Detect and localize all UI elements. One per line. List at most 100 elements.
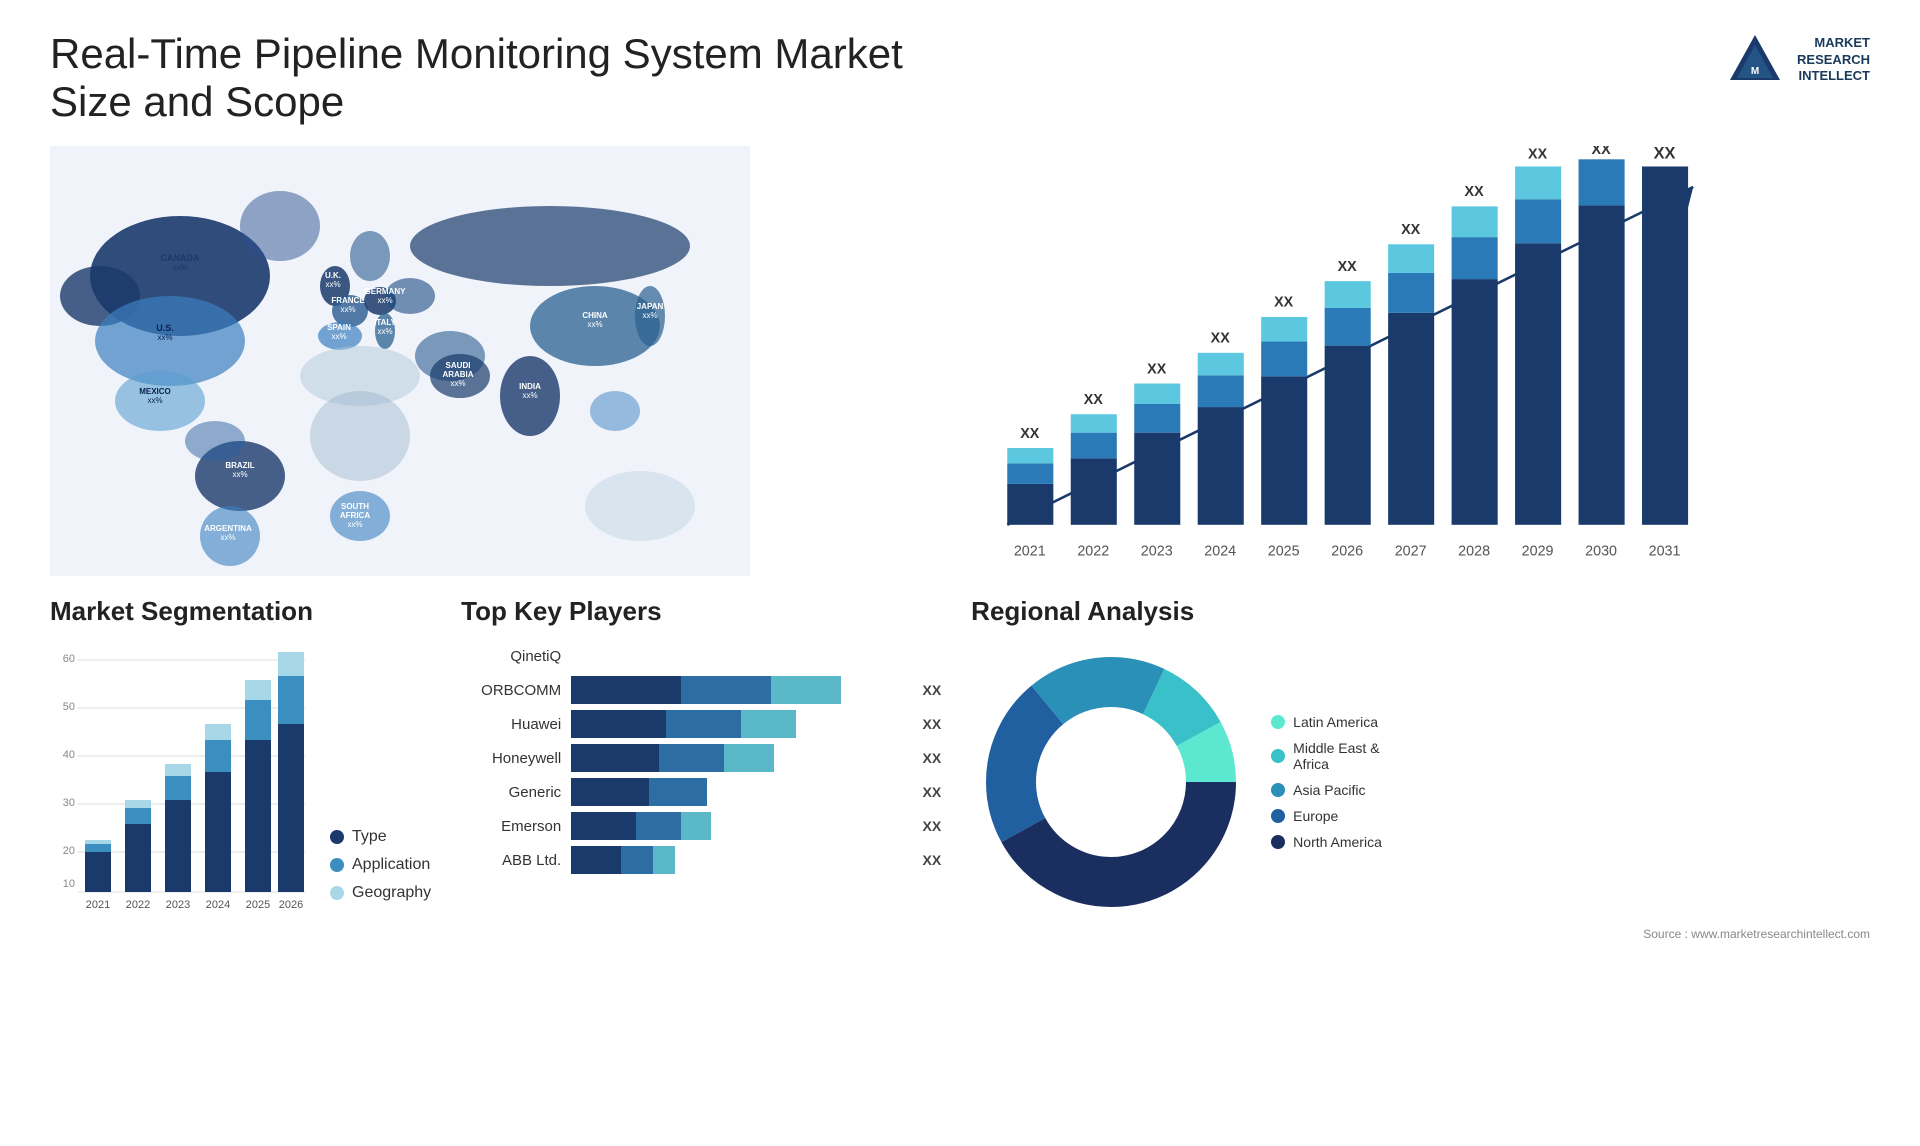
svg-text:2028: 2028 <box>1458 544 1490 560</box>
svg-text:xx%: xx% <box>587 320 602 329</box>
svg-text:XX: XX <box>1592 146 1612 158</box>
bottom-section: Market Segmentation 60 50 40 30 20 10 <box>50 596 1870 946</box>
svg-text:2022: 2022 <box>1077 544 1109 560</box>
seg-chart-area: 60 50 40 30 20 10 <box>50 642 431 922</box>
player-xx-generic: XX <box>922 784 941 800</box>
svg-text:CANADA: CANADA <box>161 253 200 263</box>
svg-text:U.S.: U.S. <box>156 323 174 333</box>
svg-text:2023: 2023 <box>166 899 190 911</box>
svg-text:xx%: xx% <box>331 332 346 341</box>
svg-text:XX: XX <box>1401 222 1421 238</box>
svg-text:2029: 2029 <box>1522 544 1554 560</box>
reg-legend-latin-america: Latin America <box>1271 714 1382 730</box>
svg-text:2021: 2021 <box>86 899 110 911</box>
svg-text:2030: 2030 <box>1585 544 1617 560</box>
svg-text:M: M <box>1751 66 1759 77</box>
svg-text:2026: 2026 <box>279 899 303 911</box>
svg-text:FRANCE: FRANCE <box>331 296 365 305</box>
svg-text:2027: 2027 <box>1395 544 1427 560</box>
players-list: QinetiQ ORBCOMM XX <box>461 642 941 874</box>
reg-dot-mea <box>1271 749 1285 763</box>
legend-label-type: Type <box>352 828 387 846</box>
svg-text:xx%: xx% <box>642 311 657 320</box>
reg-label-asia-pacific: Asia Pacific <box>1293 782 1365 798</box>
segmentation-container: Market Segmentation 60 50 40 30 20 10 <box>50 596 431 946</box>
player-xx-abb: XX <box>922 852 941 868</box>
reg-label-mea: Middle East &Africa <box>1293 740 1379 772</box>
reg-dot-asia-pacific <box>1271 783 1285 797</box>
svg-text:CHINA: CHINA <box>582 311 608 320</box>
reg-legend-mea: Middle East &Africa <box>1271 740 1382 772</box>
svg-text:2025: 2025 <box>1268 544 1300 560</box>
player-xx-emerson: XX <box>922 818 941 834</box>
player-row-honeywell: Honeywell XX <box>461 744 941 772</box>
svg-text:2026: 2026 <box>1331 544 1363 560</box>
svg-text:SOUTH: SOUTH <box>341 502 369 511</box>
legend-label-application: Application <box>352 856 430 874</box>
svg-text:xx%: xx% <box>172 263 187 272</box>
regional-container: Regional Analysis <box>971 596 1870 946</box>
player-name-huawei: Huawei <box>461 716 561 733</box>
page-title: Real-Time Pipeline Monitoring System Mar… <box>50 30 950 126</box>
svg-text:XX: XX <box>1528 146 1548 162</box>
svg-text:2021: 2021 <box>1014 544 1046 560</box>
reg-label-latin-america: Latin America <box>1293 714 1378 730</box>
svg-text:ARGENTINA: ARGENTINA <box>204 524 252 533</box>
svg-text:2025: 2025 <box>246 899 270 911</box>
svg-text:SAUDI: SAUDI <box>446 361 471 370</box>
player-bar-honeywell <box>571 744 906 772</box>
svg-text:50: 50 <box>63 701 75 713</box>
player-row-qinetiq: QinetiQ <box>461 642 941 670</box>
svg-text:2023: 2023 <box>1141 544 1173 560</box>
svg-text:XX: XX <box>1020 426 1040 442</box>
svg-text:ITALY: ITALY <box>374 318 396 327</box>
player-name-emerson: Emerson <box>461 818 561 835</box>
svg-text:XX: XX <box>1338 259 1358 275</box>
svg-text:XX: XX <box>1654 146 1676 162</box>
key-players-title: Top Key Players <box>461 596 941 627</box>
logo-area: M MARKET RESEARCH INTELLECT <box>1725 30 1870 90</box>
reg-label-north-america: North America <box>1293 834 1382 850</box>
svg-text:xx%: xx% <box>232 470 247 479</box>
player-row-generic: Generic XX <box>461 778 941 806</box>
player-name-qinetiq: QinetiQ <box>461 648 561 665</box>
legend-item-geography: Geography <box>330 884 431 902</box>
legend-label-geography: Geography <box>352 884 431 902</box>
svg-text:2024: 2024 <box>206 899 230 911</box>
player-row-huawei: Huawei XX <box>461 710 941 738</box>
player-bar-generic <box>571 778 906 806</box>
player-row-orbcomm: ORBCOMM XX <box>461 676 941 704</box>
player-bar-orbcomm <box>571 676 906 704</box>
header: Real-Time Pipeline Monitoring System Mar… <box>50 30 1870 126</box>
svg-text:10: 10 <box>63 878 75 890</box>
logo-icon: M <box>1725 30 1785 90</box>
svg-text:xx%: xx% <box>377 327 392 336</box>
svg-text:MEXICO: MEXICO <box>139 387 171 396</box>
svg-text:xx%: xx% <box>522 391 537 400</box>
legend-item-type: Type <box>330 828 431 846</box>
reg-label-europe: Europe <box>1293 808 1338 824</box>
player-name-honeywell: Honeywell <box>461 750 561 767</box>
reg-legend-europe: Europe <box>1271 808 1382 824</box>
svg-text:SPAIN: SPAIN <box>327 323 351 332</box>
world-map-svg: CANADA xx% U.S. xx% MEXICO xx% BRAZIL xx… <box>50 146 750 576</box>
key-players-container: Top Key Players QinetiQ ORBCOMM <box>461 596 941 946</box>
svg-text:XX: XX <box>1147 361 1167 377</box>
legend-item-application: Application <box>330 856 431 874</box>
legend-dot-geography <box>330 886 344 900</box>
player-xx-huawei: XX <box>922 716 941 732</box>
svg-text:xx%: xx% <box>220 533 235 542</box>
svg-text:xx%: xx% <box>157 333 172 342</box>
player-xx-orbcomm: XX <box>922 682 941 698</box>
svg-text:40: 40 <box>63 749 75 761</box>
svg-text:2022: 2022 <box>126 899 150 911</box>
reg-dot-europe <box>1271 809 1285 823</box>
svg-text:XX: XX <box>1465 184 1485 200</box>
source-text: Source : www.marketresearchintellect.com <box>971 927 1870 941</box>
svg-text:20: 20 <box>63 845 75 857</box>
svg-text:xx%: xx% <box>347 520 362 529</box>
player-bar-abb <box>571 846 906 874</box>
player-bar-qinetiq <box>571 642 941 670</box>
svg-text:30: 30 <box>63 797 75 809</box>
svg-text:xx%: xx% <box>450 379 465 388</box>
